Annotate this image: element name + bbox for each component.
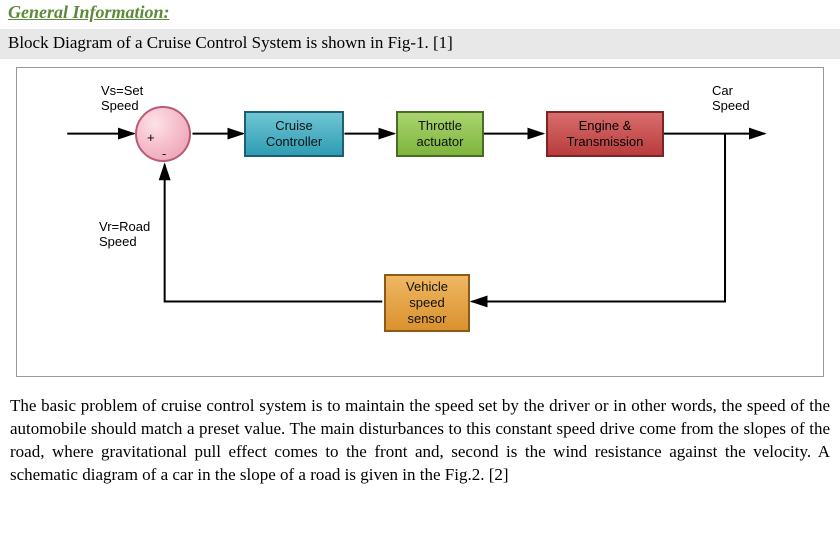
controller-block: Cruise Controller <box>244 111 344 157</box>
section-heading: General Information: <box>0 0 840 29</box>
sum-minus: - <box>162 146 166 161</box>
sum-plus: + <box>147 130 155 145</box>
sensor-block: Vehicle speed sensor <box>384 274 470 332</box>
feedback-label: Vr=Road Speed <box>99 220 169 250</box>
figure-caption: Block Diagram of a Cruise Control System… <box>0 29 840 59</box>
body-paragraph: The basic problem of cruise control syst… <box>0 389 840 497</box>
summing-junction: + - <box>135 106 191 162</box>
engine-block: Engine & Transmission <box>546 111 664 157</box>
output-label: Car Speed <box>712 84 772 114</box>
block-diagram: Vs=Set Speed Car Speed Vr=Road Speed + -… <box>16 67 824 377</box>
actuator-block: Throttle actuator <box>396 111 484 157</box>
